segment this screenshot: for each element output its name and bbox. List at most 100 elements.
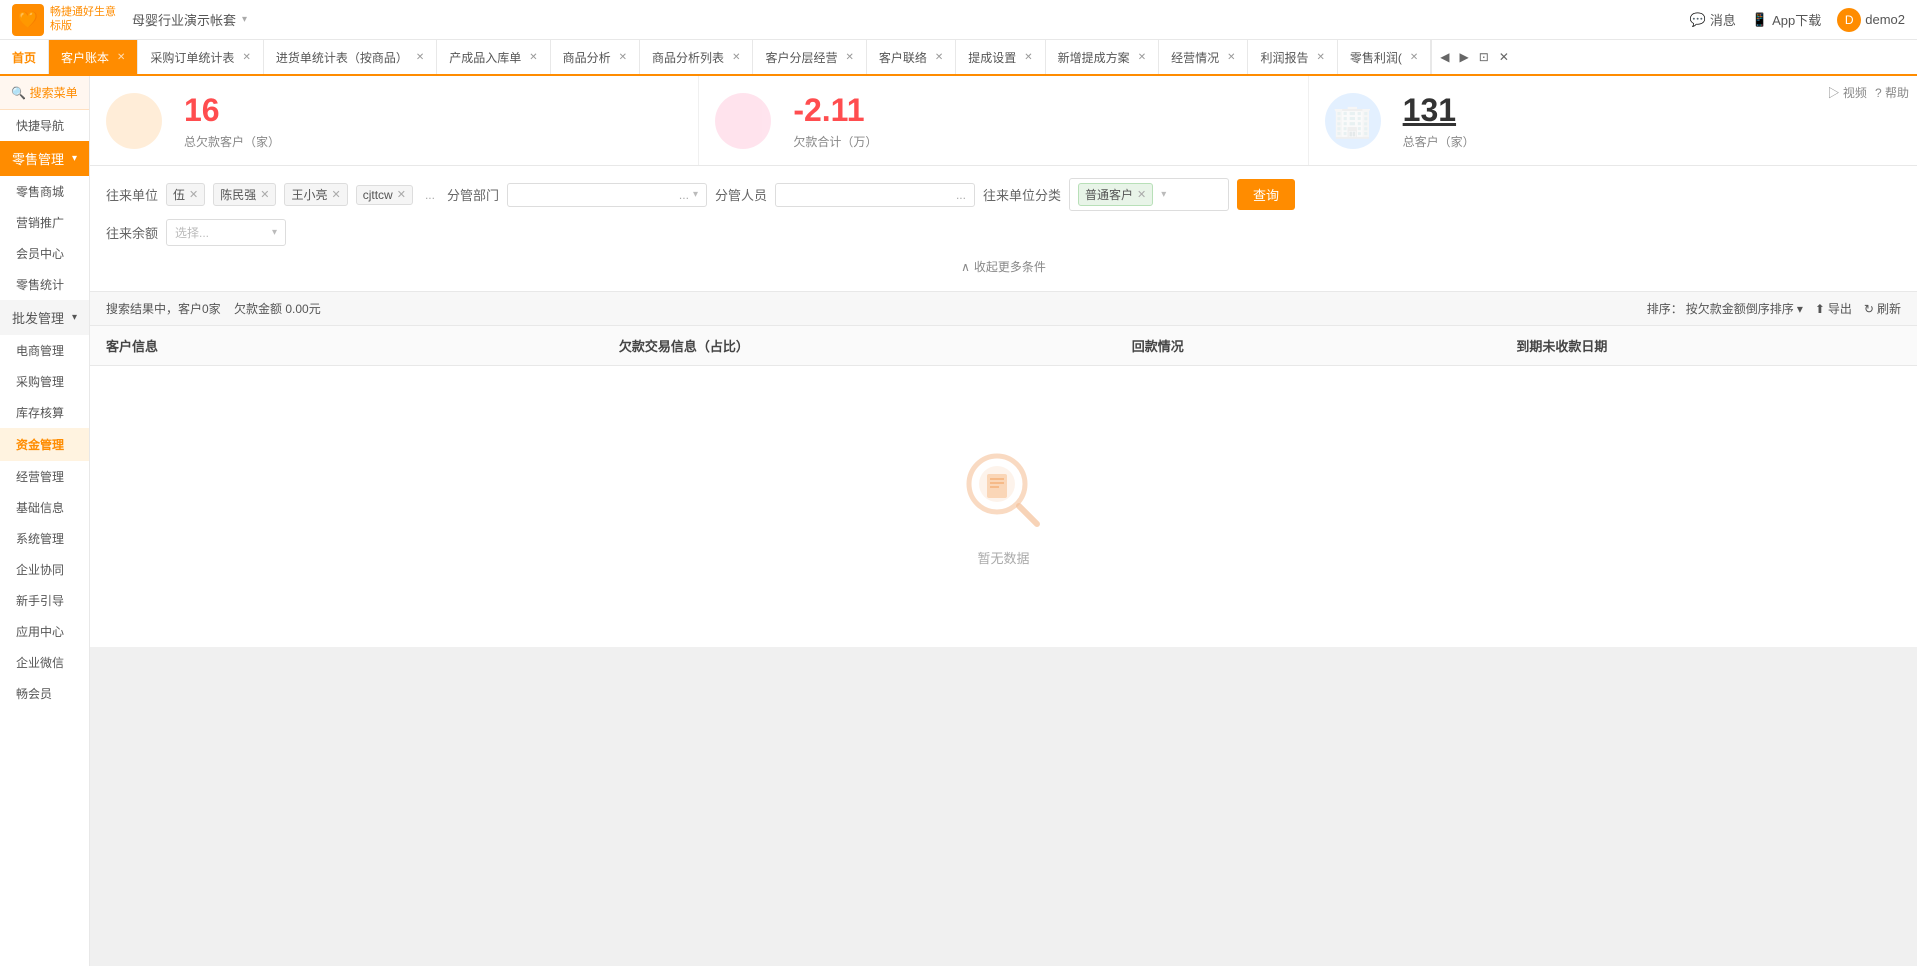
tab-biz-situation[interactable]: 经营情况 ✕ — [1159, 40, 1248, 74]
tab-remind-settings[interactable]: 提成设置 ✕ — [956, 40, 1045, 74]
tab-close-contact[interactable]: ✕ — [935, 52, 943, 63]
refresh-btn[interactable]: ↻ 刷新 — [1864, 300, 1901, 317]
workspace-selector[interactable]: 母婴行业演示帐套 ▾ — [124, 10, 255, 29]
export-btn[interactable]: ⬆ 导出 — [1815, 300, 1852, 317]
tab-close-analysis[interactable]: ✕ — [619, 52, 627, 63]
sidebar-item-member-center[interactable]: 会员中心 — [0, 238, 89, 269]
tab-retail-profit[interactable]: 零售利润( ✕ — [1338, 40, 1431, 74]
tab-close-analysis-list[interactable]: ✕ — [732, 52, 740, 63]
inventory-label: 库存核算 — [16, 406, 64, 420]
filter-tag-unit1[interactable]: 伍 ✕ — [166, 183, 205, 206]
app-center-label: 应用中心 — [16, 625, 64, 639]
tab-purchase-order-stats[interactable]: 采购订单统计表 ✕ — [138, 40, 263, 74]
stat2-label: 欠款合计（万） — [793, 133, 877, 150]
wholesale-mgmt-label: 批发管理 — [12, 308, 64, 327]
filter-tag-unit3[interactable]: 王小亮 ✕ — [284, 183, 347, 206]
table-header: 客户信息 欠款交易信息（占比） 回款情况 到期未收款日期 — [90, 326, 1917, 366]
purchase-label: 采购管理 — [16, 375, 64, 389]
tab-home[interactable]: 首页 — [0, 40, 49, 74]
tab-customer-contact[interactable]: 客户联络 ✕ — [867, 40, 956, 74]
query-btn[interactable]: 查询 — [1237, 179, 1295, 210]
filter-tag-unit4[interactable]: cjttcw ✕ — [356, 185, 413, 205]
sidebar-item-retail-mgmt[interactable]: 零售管理 ▾ — [0, 141, 89, 176]
tab-close-remind[interactable]: ✕ — [1024, 52, 1032, 63]
sidebar-item-ops-mgmt[interactable]: 经营管理 — [0, 461, 89, 492]
workspace-name: 母婴行业演示帐套 — [132, 10, 236, 29]
nav-next-btn[interactable]: ▶ — [1456, 48, 1473, 66]
tab-close-customer-book[interactable]: ✕ — [117, 52, 125, 63]
tab-product-analysis-list[interactable]: 商品分析列表 ✕ — [640, 40, 753, 74]
nav-expand-btn[interactable]: ⊡ — [1475, 48, 1493, 66]
logo-icon: 🧡 — [12, 4, 44, 36]
tab-remind-settings-label: 提成设置 — [968, 49, 1016, 66]
unit-class-tag-close[interactable]: ✕ — [1137, 188, 1146, 201]
tab-customer-book[interactable]: 客户账本 ✕ — [49, 40, 138, 74]
tab-close-retail[interactable]: ✕ — [1410, 52, 1418, 63]
tab-close-purchase[interactable]: ✕ — [242, 52, 250, 63]
collapse-btn[interactable]: ∧ 收起更多条件 — [106, 254, 1901, 279]
sidebar-item-vip-member[interactable]: 畅会员 — [0, 678, 89, 709]
top-bar-left: 🧡 畅捷通好生意 标版 母婴行业演示帐套 ▾ — [12, 4, 255, 36]
sidebar-item-marketing[interactable]: 营销推广 — [0, 207, 89, 238]
app-download-btn[interactable]: 📱 App下载 — [1752, 10, 1821, 29]
stat-actions: ▷ 视频 ? 帮助 — [1828, 84, 1909, 101]
tab-product-instock[interactable]: 产成品入库单 ✕ — [437, 40, 550, 74]
unit-filter-label: 往来单位 — [106, 185, 158, 204]
tab-incoming-stats[interactable]: 进货单统计表（按商品） ✕ — [264, 40, 437, 74]
sort-select[interactable]: 排序： 按欠款金额倒序排序 ▾ — [1647, 300, 1803, 317]
sidebar-item-basic-info[interactable]: 基础信息 — [0, 492, 89, 523]
tab-close-incoming[interactable]: ✕ — [416, 52, 424, 63]
dept-filter-select[interactable]: ... ▾ — [507, 183, 707, 207]
tab-new-add-plan[interactable]: 新增提成方案 ✕ — [1046, 40, 1159, 74]
stat-block-customers: ¥ 16 总欠款客户（家） — [90, 76, 699, 165]
empty-state: 暂无数据 — [90, 366, 1917, 647]
sidebar-item-enterprise-wechat[interactable]: 企业微信 — [0, 647, 89, 678]
tab-close-profit[interactable]: ✕ — [1317, 52, 1325, 63]
messages-btn[interactable]: 💬 消息 — [1690, 10, 1736, 29]
sidebar-item-system-mgmt[interactable]: 系统管理 — [0, 523, 89, 554]
tab-profit-report[interactable]: 利润报告 ✕ — [1248, 40, 1337, 74]
sidebar-search-btn[interactable]: 🔍 搜索菜单 — [0, 76, 89, 110]
nav-close-all-btn[interactable]: ✕ — [1495, 48, 1513, 66]
help-btn[interactable]: ? 帮助 — [1875, 84, 1909, 101]
logo-text: 畅捷通好生意 标版 — [50, 6, 116, 32]
tab-close-plan[interactable]: ✕ — [1138, 52, 1146, 63]
sidebar-item-quick-nav[interactable]: 快捷导航 — [0, 110, 89, 141]
stat2-text: -2.11 欠款合计（万） — [793, 92, 877, 150]
messages-label: 消息 — [1710, 10, 1736, 29]
sidebar-item-capital-mgmt[interactable]: 资金管理 — [0, 428, 89, 461]
sidebar-item-inventory-check[interactable]: 库存核算 — [0, 397, 89, 428]
stats-bar: ¥ 16 总欠款客户（家） ✦ -2.11 欠款合计（万） 🏢 131 — [90, 76, 1917, 166]
filter-more-btn[interactable]: ... — [421, 186, 439, 204]
unit-class-tag[interactable]: 普通客户 ✕ — [1078, 183, 1153, 206]
sidebar-item-enterprise-collab[interactable]: 企业协同 — [0, 554, 89, 585]
balance-filter-select[interactable]: 选择... ▾ — [166, 219, 286, 246]
tab-product-analysis[interactable]: 商品分析 ✕ — [551, 40, 640, 74]
unit-class-filter-select[interactable]: 普通客户 ✕ ▾ — [1069, 178, 1229, 211]
filter-tag-unit2-close[interactable]: ✕ — [260, 188, 269, 201]
empty-label: 暂无数据 — [977, 548, 1029, 567]
sidebar-item-new-guide[interactable]: 新手引导 — [0, 585, 89, 616]
result-bar: 搜索结果中，客户0家 欠款金额 0.00元 排序： 按欠款金额倒序排序 ▾ ⬆ … — [90, 292, 1917, 326]
sidebar-item-ecommerce-mgmt[interactable]: 电商管理 — [0, 335, 89, 366]
filter-tag-unit1-close[interactable]: ✕ — [189, 188, 198, 201]
filter-tag-unit2[interactable]: 陈民强 ✕ — [213, 183, 276, 206]
filter-tag-unit3-close[interactable]: ✕ — [332, 188, 341, 201]
sidebar-item-retail-mall[interactable]: 零售商城 — [0, 176, 89, 207]
filter-tag-unit4-close[interactable]: ✕ — [397, 188, 406, 201]
nav-tabs: 首页 客户账本 ✕ 采购订单统计表 ✕ 进货单统计表（按商品） ✕ 产成品入库单… — [0, 40, 1917, 76]
tab-close-instock[interactable]: ✕ — [529, 52, 537, 63]
tab-close-segment[interactable]: ✕ — [845, 52, 853, 63]
sidebar-item-retail-stats[interactable]: 零售统计 — [0, 269, 89, 300]
person-filter-select[interactable]: ... — [775, 183, 975, 207]
sidebar-item-wholesale-mgmt[interactable]: 批发管理 ▾ — [0, 300, 89, 335]
tab-customer-segment[interactable]: 客户分层经营 ✕ — [753, 40, 866, 74]
new-guide-label: 新手引导 — [16, 594, 64, 608]
nav-prev-btn[interactable]: ◀ — [1436, 48, 1453, 66]
tab-close-biz[interactable]: ✕ — [1227, 52, 1235, 63]
user-avatar[interactable]: D demo2 — [1837, 8, 1905, 32]
sidebar-item-app-center[interactable]: 应用中心 — [0, 616, 89, 647]
wholesale-arrow: ▾ — [72, 312, 77, 323]
sidebar-item-purchase-mgmt[interactable]: 采购管理 — [0, 366, 89, 397]
video-btn[interactable]: ▷ 视频 — [1828, 84, 1867, 101]
